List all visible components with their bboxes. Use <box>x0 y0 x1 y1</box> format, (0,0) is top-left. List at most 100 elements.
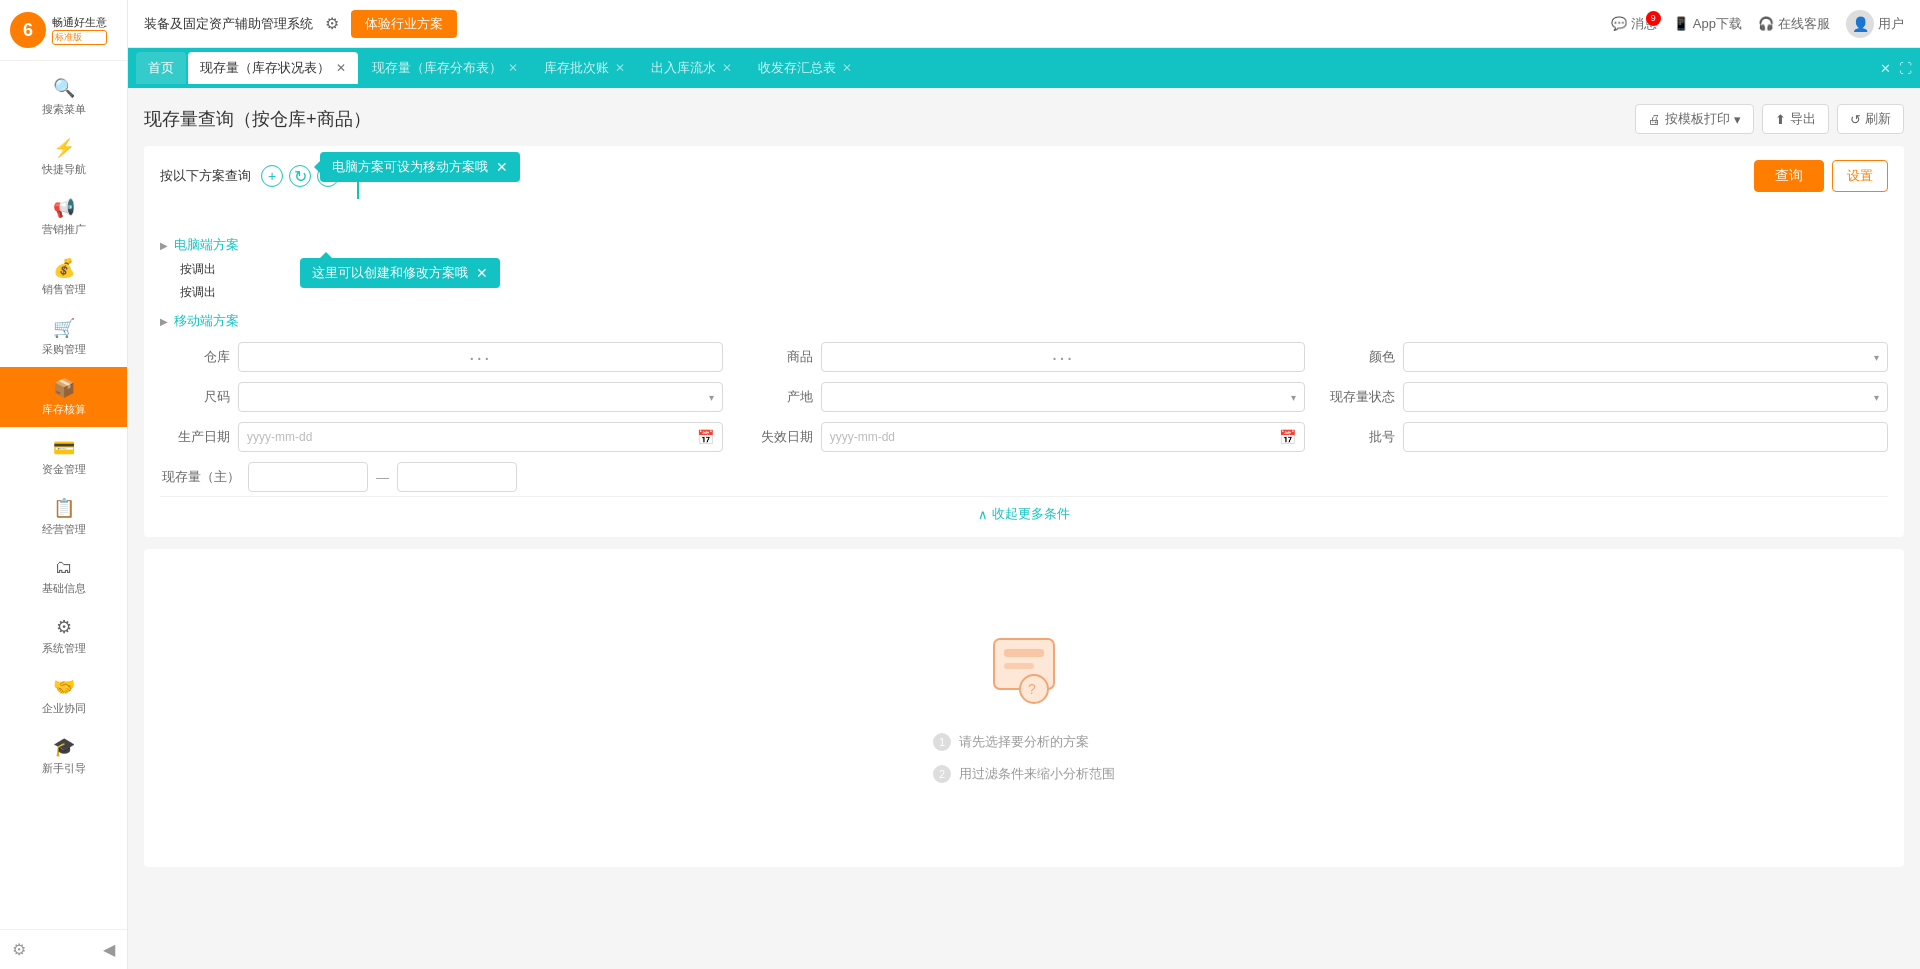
refresh-scheme-icon[interactable]: ↻ <box>289 165 311 187</box>
sidebar-item-basic[interactable]: 🗂 基础信息 <box>0 547 127 606</box>
sidebar-item-quicknav[interactable]: ⚡ 快捷导航 <box>0 127 127 187</box>
collapse-label: 收起更多条件 <box>992 505 1070 523</box>
stock-qty-min-input[interactable] <box>248 462 368 492</box>
tab-inventory-status-close[interactable]: ✕ <box>336 61 346 75</box>
refresh-button[interactable]: ↺ 刷新 <box>1837 104 1904 134</box>
desktop-scheme-item[interactable]: ▶ 电脑端方案 <box>160 232 1888 258</box>
sidebar-item-inventory[interactable]: 📦 库存核算 <box>0 367 127 427</box>
template-print-button[interactable]: 🖨 按模板打印 ▾ <box>1635 104 1754 134</box>
scheme-tooltip-close[interactable]: ✕ <box>496 159 508 175</box>
sub-item-1-label: 按调出 <box>180 261 216 278</box>
logo-icon: 6 <box>10 12 46 48</box>
sidebar-item-system[interactable]: ⚙ 系统管理 <box>0 606 127 666</box>
sidebar-item-sales[interactable]: 💰 销售管理 <box>0 247 127 307</box>
desktop-scheme-label: 电脑端方案 <box>174 236 239 254</box>
step1-num: 1 <box>933 733 951 751</box>
tab-home[interactable]: 首页 <box>136 52 186 84</box>
sales-icon: 💰 <box>53 257 75 279</box>
filter-origin: 产地 ▾ <box>743 382 1306 412</box>
header-settings-icon[interactable]: ⚙ <box>325 14 339 33</box>
nav-label-basic: 基础信息 <box>42 581 86 596</box>
sidebar-item-purchase[interactable]: 🛒 采购管理 <box>0 307 127 367</box>
scheme-edit-tooltip-text: 这里可以创建和修改方案哦 <box>312 264 468 282</box>
header-left: 装备及固定资产辅助管理系统 ⚙ 体验行业方案 <box>144 10 457 38</box>
expire-date-input[interactable]: yyyy-mm-dd 📅 <box>821 422 1306 452</box>
message-badge: 9 <box>1646 11 1661 26</box>
query-button[interactable]: 查询 <box>1754 160 1824 192</box>
nav-label-marketing: 营销推广 <box>42 222 86 237</box>
tab-inventory-status[interactable]: 现存量（库存状况表） ✕ <box>188 52 358 84</box>
origin-label: 产地 <box>743 388 813 406</box>
collapse-bar[interactable]: ∧ 收起更多条件 <box>160 496 1888 531</box>
tab-expand-icon[interactable]: ⛶ <box>1899 61 1912 76</box>
tab-summary-close[interactable]: ✕ <box>842 61 852 75</box>
online-support-item[interactable]: 🎧 在线客服 <box>1758 15 1830 33</box>
color-select[interactable]: ▾ <box>1403 342 1888 372</box>
tab-bar-right: ✕ ⛶ <box>1880 61 1912 76</box>
stock-status-select[interactable]: ▾ <box>1403 382 1888 412</box>
collab-icon: 🤝 <box>53 676 75 698</box>
sidebar-item-marketing[interactable]: 📢 营销推广 <box>0 187 127 247</box>
phone-icon: 📱 <box>1673 16 1689 31</box>
nav-label-guide: 新手引导 <box>42 761 86 776</box>
empty-step2: 2 用过滤条件来缩小分析范围 <box>933 761 1115 787</box>
message-item[interactable]: 💬 9 消息 <box>1611 15 1657 33</box>
tab-home-label: 首页 <box>148 59 174 77</box>
online-support-label: 在线客服 <box>1778 15 1830 33</box>
nav-label-purchase: 采购管理 <box>42 342 86 357</box>
tab-batch-close[interactable]: ✕ <box>615 61 625 75</box>
step2-text: 用过滤条件来缩小分析范围 <box>959 761 1115 787</box>
filter-fields: 仓库 ··· 商品 ··· 颜色 <box>160 342 1888 492</box>
scheme-edit-tooltip-close[interactable]: ✕ <box>476 265 488 281</box>
tab-flow-close[interactable]: ✕ <box>722 61 732 75</box>
tab-batch[interactable]: 库存批次账 ✕ <box>532 52 637 84</box>
settings-bottom-icon[interactable]: ⚙ <box>12 940 26 959</box>
collapse-sidebar-icon[interactable]: ◀ <box>103 940 115 959</box>
sidebar-item-management[interactable]: 📋 经营管理 <box>0 487 127 547</box>
tab-close-all-icon[interactable]: ✕ <box>1880 61 1891 76</box>
produce-date-input[interactable]: yyyy-mm-dd 📅 <box>238 422 723 452</box>
nav-label-quicknav: 快捷导航 <box>42 162 86 177</box>
stock-status-select-arrow: ▾ <box>1874 392 1879 403</box>
app-download-label: App下载 <box>1693 15 1742 33</box>
warehouse-dots-icon: ··· <box>469 346 492 369</box>
filter-grid-row2: 尺码 ▾ 产地 ▾ 现存量状态 <box>160 382 1888 412</box>
page-area: 现存量查询（按仓库+商品） 🖨 按模板打印 ▾ ⬆ 导出 ↺ 刷新 <box>128 88 1920 969</box>
sidebar-item-collab[interactable]: 🤝 企业协同 <box>0 666 127 726</box>
sidebar-item-guide[interactable]: 🎓 新手引导 <box>0 726 127 786</box>
app-download-item[interactable]: 📱 App下载 <box>1673 15 1742 33</box>
purchase-icon: 🛒 <box>53 317 75 339</box>
empty-state: ? 1 请先选择要分析的方案 2 用过滤条件来缩小分析范围 <box>144 549 1904 867</box>
sidebar-item-search[interactable]: 🔍 搜索菜单 <box>0 67 127 127</box>
batch-input[interactable] <box>1403 422 1888 452</box>
expire-date-calendar-icon[interactable]: 📅 <box>1279 429 1296 445</box>
trial-button[interactable]: 体验行业方案 <box>351 10 457 38</box>
sidebar-item-finance[interactable]: 💳 资金管理 <box>0 427 127 487</box>
stock-qty-max-input[interactable] <box>397 462 517 492</box>
nav-label-search: 搜索菜单 <box>42 102 86 117</box>
tab-flow[interactable]: 出入库流水 ✕ <box>639 52 744 84</box>
filter-size: 尺码 ▾ <box>160 382 723 412</box>
main-content: 装备及固定资产辅助管理系统 ⚙ 体验行业方案 💬 9 消息 📱 App下载 🎧 … <box>128 0 1920 969</box>
empty-step1: 1 请先选择要分析的方案 <box>933 729 1115 755</box>
scheme-tooltip-text: 电脑方案可设为移动方案哦 <box>332 158 488 176</box>
tab-bar: 首页 现存量（库存状况表） ✕ 现存量（库存分布表） ✕ 库存批次账 ✕ 出入库… <box>128 48 1920 88</box>
export-button[interactable]: ⬆ 导出 <box>1762 104 1829 134</box>
warehouse-dots[interactable]: ··· <box>238 342 723 372</box>
add-scheme-icon[interactable]: + <box>261 165 283 187</box>
mobile-scheme-label: 移动端方案 <box>174 312 239 330</box>
size-select[interactable]: ▾ <box>238 382 723 412</box>
origin-select[interactable]: ▾ <box>821 382 1306 412</box>
tab-inventory-dist-close[interactable]: ✕ <box>508 61 518 75</box>
tab-inventory-dist[interactable]: 现存量（库存分布表） ✕ <box>360 52 530 84</box>
headset-icon: 🎧 <box>1758 16 1774 31</box>
color-label: 颜色 <box>1325 348 1395 366</box>
reset-button[interactable]: 设置 <box>1832 160 1888 192</box>
tab-summary[interactable]: 收发存汇总表 ✕ <box>746 52 864 84</box>
sidebar-bottom: ⚙ ◀ <box>0 929 127 969</box>
filter-product: 商品 ··· <box>743 342 1306 372</box>
user-item[interactable]: 👤 用户 <box>1846 10 1904 38</box>
mobile-scheme-item[interactable]: ▶ 移动端方案 <box>160 308 1888 334</box>
product-dots[interactable]: ··· <box>821 342 1306 372</box>
produce-date-calendar-icon[interactable]: 📅 <box>697 429 714 445</box>
